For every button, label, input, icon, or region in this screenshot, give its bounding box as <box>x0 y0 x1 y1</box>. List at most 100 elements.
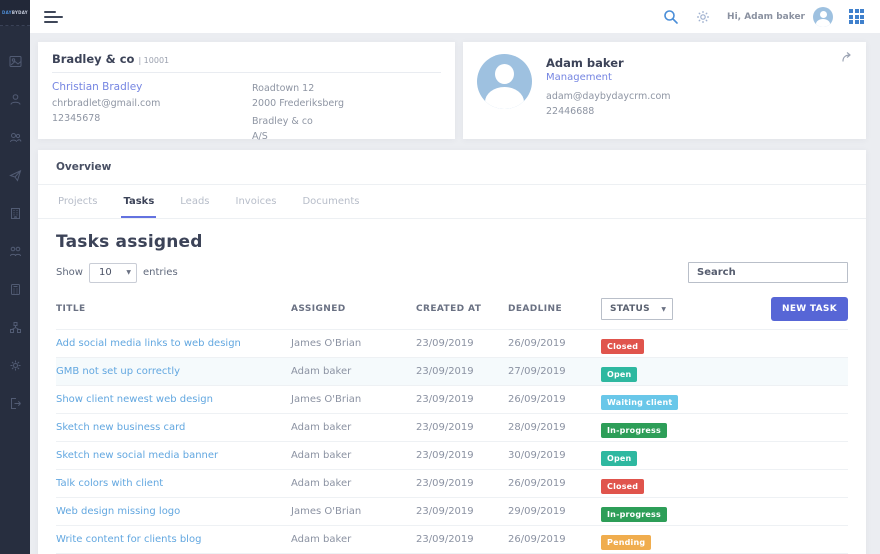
task-assigned: James O'Brian <box>291 338 416 349</box>
sidebar-item-logout[interactable] <box>0 384 30 422</box>
new-task-button[interactable]: NEW TASK <box>771 297 848 321</box>
tab-tasks[interactable]: Tasks <box>121 185 156 218</box>
topbar: Hi, Adam baker <box>30 0 880 33</box>
tab-projects[interactable]: Projects <box>56 185 99 218</box>
table-row: Sketch new social media banner Adam bake… <box>56 441 848 469</box>
overview-panel: Overview Projects Tasks Leads Invoices D… <box>38 150 866 554</box>
task-deadline: 29/09/2019 <box>508 506 601 517</box>
section-heading: Tasks assigned <box>56 232 848 252</box>
chevron-down-icon: ▼ <box>126 269 131 276</box>
task-created-at: 23/09/2019 <box>416 394 508 405</box>
status-badge: Waiting client <box>601 395 678 410</box>
contact-name-link[interactable]: Christian Bradley <box>52 81 252 93</box>
settings-gear-icon <box>9 359 22 372</box>
status-filter-label: STATUS <box>610 304 650 314</box>
task-title-link[interactable]: Write content for clients blog <box>56 534 291 545</box>
sidebar-nav <box>0 26 30 422</box>
menu-toggle-icon[interactable] <box>44 11 63 23</box>
task-deadline: 26/09/2019 <box>508 338 601 349</box>
address-street: Roadtown 12 <box>252 82 344 97</box>
overview-tabs: Projects Tasks Leads Invoices Documents <box>38 185 866 219</box>
team-icon <box>9 245 22 258</box>
status-filter-select[interactable]: STATUS ▼ <box>601 298 673 320</box>
task-created-at: 23/09/2019 <box>416 338 508 349</box>
column-header-deadline: DEADLINE <box>508 304 601 314</box>
task-title-link[interactable]: Show client newest web design <box>56 394 291 405</box>
task-title-link[interactable]: Talk colors with client <box>56 478 291 489</box>
tab-leads[interactable]: Leads <box>178 185 211 218</box>
assigned-user-phone: 22446688 <box>546 105 671 120</box>
client-company-name: Bradley & co <box>52 52 134 66</box>
table-row: Show client newest web design James O'Br… <box>56 385 848 413</box>
task-created-at: 23/09/2019 <box>416 366 508 377</box>
external-link-arrow-icon[interactable] <box>842 52 854 62</box>
assigned-user-card: Adam baker Management adam@daybydaycrm.c… <box>463 42 866 139</box>
tasks-table: TITLE ASSIGNED CREATED AT DEADLINE STATU… <box>56 295 848 554</box>
client-number: | 10001 <box>138 56 169 65</box>
column-header-assigned: ASSIGNED <box>291 304 416 314</box>
tab-documents[interactable]: Documents <box>300 185 361 218</box>
table-row: Write content for clients blog Adam bake… <box>56 525 848 553</box>
user-avatar[interactable] <box>813 7 833 27</box>
settings-gear-icon[interactable] <box>695 9 711 25</box>
task-assigned: Adam baker <box>291 534 416 545</box>
task-created-at: 23/09/2019 <box>416 422 508 433</box>
sidebar-item-projects[interactable] <box>0 194 30 232</box>
task-title-link[interactable]: Sketch new business card <box>56 422 291 433</box>
assigned-user-department-link[interactable]: Management <box>546 72 671 83</box>
task-assigned: Adam baker <box>291 422 416 433</box>
sidebar-item-invoices[interactable] <box>0 270 30 308</box>
table-row: Talk colors with client Adam baker 23/09… <box>56 469 848 497</box>
task-assigned: James O'Brian <box>291 506 416 517</box>
status-badge: Closed <box>601 479 644 494</box>
sidebar-item-dashboard[interactable] <box>0 42 30 80</box>
client-company-title: Bradley & co | 10001 <box>52 52 441 73</box>
status-badge: In-progress <box>601 507 667 522</box>
entries-label: entries <box>143 267 178 278</box>
show-label: Show <box>56 267 83 278</box>
task-created-at: 23/09/2019 <box>416 450 508 461</box>
table-row: GMB not set up correctly Adam baker 23/0… <box>56 357 848 385</box>
task-title-link[interactable]: Add social media links to web design <box>56 338 291 349</box>
integrations-icon <box>9 321 22 334</box>
task-title-link[interactable]: Sketch new social media banner <box>56 450 291 461</box>
assigned-user-name: Adam baker <box>546 56 671 70</box>
sidebar-item-team[interactable] <box>0 232 30 270</box>
status-badge: Open <box>601 451 637 466</box>
task-title-link[interactable]: GMB not set up correctly <box>56 366 291 377</box>
sidebar-item-integrations[interactable] <box>0 308 30 346</box>
tab-invoices[interactable]: Invoices <box>234 185 279 218</box>
sidebar-item-client[interactable] <box>0 80 30 118</box>
app-logo[interactable]: DAYBYDAY <box>0 0 30 26</box>
search-icon[interactable] <box>663 9 679 25</box>
task-assigned: Adam baker <box>291 450 416 461</box>
sidebar: DAYBYDAY <box>0 0 30 554</box>
tasks-table-body: Add social media links to web design Jam… <box>56 329 848 553</box>
address-company: Bradley & co <box>252 115 344 130</box>
status-badge: In-progress <box>601 423 667 438</box>
user-avatar-large <box>477 54 532 109</box>
task-assigned: Adam baker <box>291 478 416 489</box>
task-assigned: Adam baker <box>291 366 416 377</box>
column-header-title: TITLE <box>56 304 291 314</box>
entries-per-page-select[interactable]: 10 ▼ <box>89 263 137 283</box>
status-badge: Pending <box>601 535 651 550</box>
logo-text-accent: DAY <box>2 10 12 15</box>
address-city: 2000 Frederiksberg <box>252 97 344 112</box>
task-created-at: 23/09/2019 <box>416 506 508 517</box>
sidebar-item-settings[interactable] <box>0 346 30 384</box>
search-input[interactable] <box>688 262 848 283</box>
projects-icon <box>9 207 22 220</box>
user-greeting: Hi, Adam baker <box>727 12 805 22</box>
task-deadline: 30/09/2019 <box>508 450 601 461</box>
sidebar-item-leads[interactable] <box>0 156 30 194</box>
users-icon <box>9 131 22 144</box>
sidebar-item-users[interactable] <box>0 118 30 156</box>
apps-grid-icon[interactable] <box>849 9 864 24</box>
entries-per-page-value: 10 <box>99 267 112 278</box>
logout-icon <box>9 397 22 410</box>
chevron-down-icon: ▼ <box>661 306 666 313</box>
task-title-link[interactable]: Web design missing logo <box>56 506 291 517</box>
task-deadline: 26/09/2019 <box>508 478 601 489</box>
invoices-icon <box>9 283 22 296</box>
